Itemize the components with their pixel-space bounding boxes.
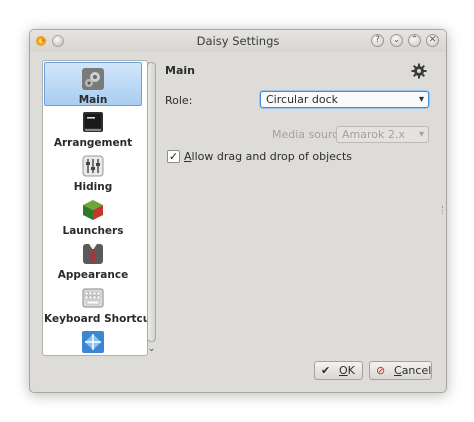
ok-label-rest: K [347,364,355,377]
sidebar-item-arrangement[interactable]: Arrangement [44,106,142,150]
ok-button[interactable]: ✔ OK [314,361,363,380]
role-label: Role: [165,94,193,107]
maximize-icon: ⌃ [410,35,419,45]
sidebar-item-label: Launchers [62,225,124,237]
scrollbar-handle[interactable] [147,62,156,342]
sidebar-item-main[interactable]: Main [44,62,142,106]
sidebar-item-label: Main [78,94,108,106]
cancel-label: Cancel [394,362,431,379]
mnemonic-letter: C [394,364,402,377]
allow-drag-checkbox[interactable]: ✓ [167,150,180,163]
allow-drag-label[interactable]: Allow drag and drop of objects [184,150,352,163]
page-title: Main [165,64,195,77]
appearance-icon [83,244,103,264]
sidebar-item-label: Appearance [57,269,129,281]
cancel-label-rest: ancel [401,364,432,377]
cancel-icon: ⊘ [376,364,386,377]
main-icon [82,68,104,90]
sidebar-item-label: Keyboard Shortcut [44,313,148,325]
splitter-handle[interactable] [442,206,445,214]
minimize-icon: ⌄ [392,35,401,45]
close-button[interactable]: ✕ [426,34,439,47]
hiding-icon [82,155,104,177]
close-icon: ✕ [428,35,437,45]
sidebar-item-keyboard-shortcut[interactable]: Keyboard Shortcut [44,282,148,326]
chevron-down-icon: ▾ [418,129,424,140]
launchers-icon [83,200,103,220]
arrangement-icon [83,112,103,132]
cancel-button[interactable]: ⊘ Cancel [369,361,432,380]
sidebar-item-hiding[interactable]: Hiding [44,150,142,194]
role-select[interactable]: Circular dock ▾ [260,91,429,108]
allow-drag-text: llow drag and drop of objects [191,150,352,163]
sidebar-item-launchers[interactable]: Launchers [44,194,142,238]
sidebar-item-appearance[interactable]: Appearance [44,238,142,282]
gear-icon[interactable] [411,63,427,79]
media-source-select[interactable]: Amarok 2.x ▾ [336,126,429,143]
chevron-down-icon: ▾ [418,94,424,105]
effects-icon [82,331,104,353]
sidebar-item-label: Arrangement [53,137,133,149]
maximize-button[interactable]: ⌃ [408,34,421,47]
role-select-value: Circular dock [266,93,338,106]
sidebar-item-label: Hiding [73,181,113,193]
keyboard-icon [82,288,104,308]
sidebar-item-effects[interactable] [44,326,142,355]
help-icon: ? [375,35,380,45]
settings-window: Daisy Settings ? ⌄ ⌃ ✕ Main Arrangement [29,29,447,393]
sidebar-scrollbar[interactable]: ⌄ [146,60,157,356]
ok-label: OK [339,362,355,379]
mnemonic-letter: O [339,364,348,377]
settings-sidebar: Main Arrangement Hiding Launchers Appear… [42,60,148,356]
mnemonic-letter: A [184,150,192,163]
help-button[interactable]: ? [371,34,384,47]
scroll-down-icon[interactable]: ⌄ [146,344,157,354]
media-source-value: Amarok 2.x [342,128,405,141]
checkmark-icon: ✔ [321,364,331,377]
checkmark-icon: ✓ [168,150,179,163]
minimize-button[interactable]: ⌄ [390,34,403,47]
title-bar: Daisy Settings ? ⌄ ⌃ ✕ [30,30,446,52]
